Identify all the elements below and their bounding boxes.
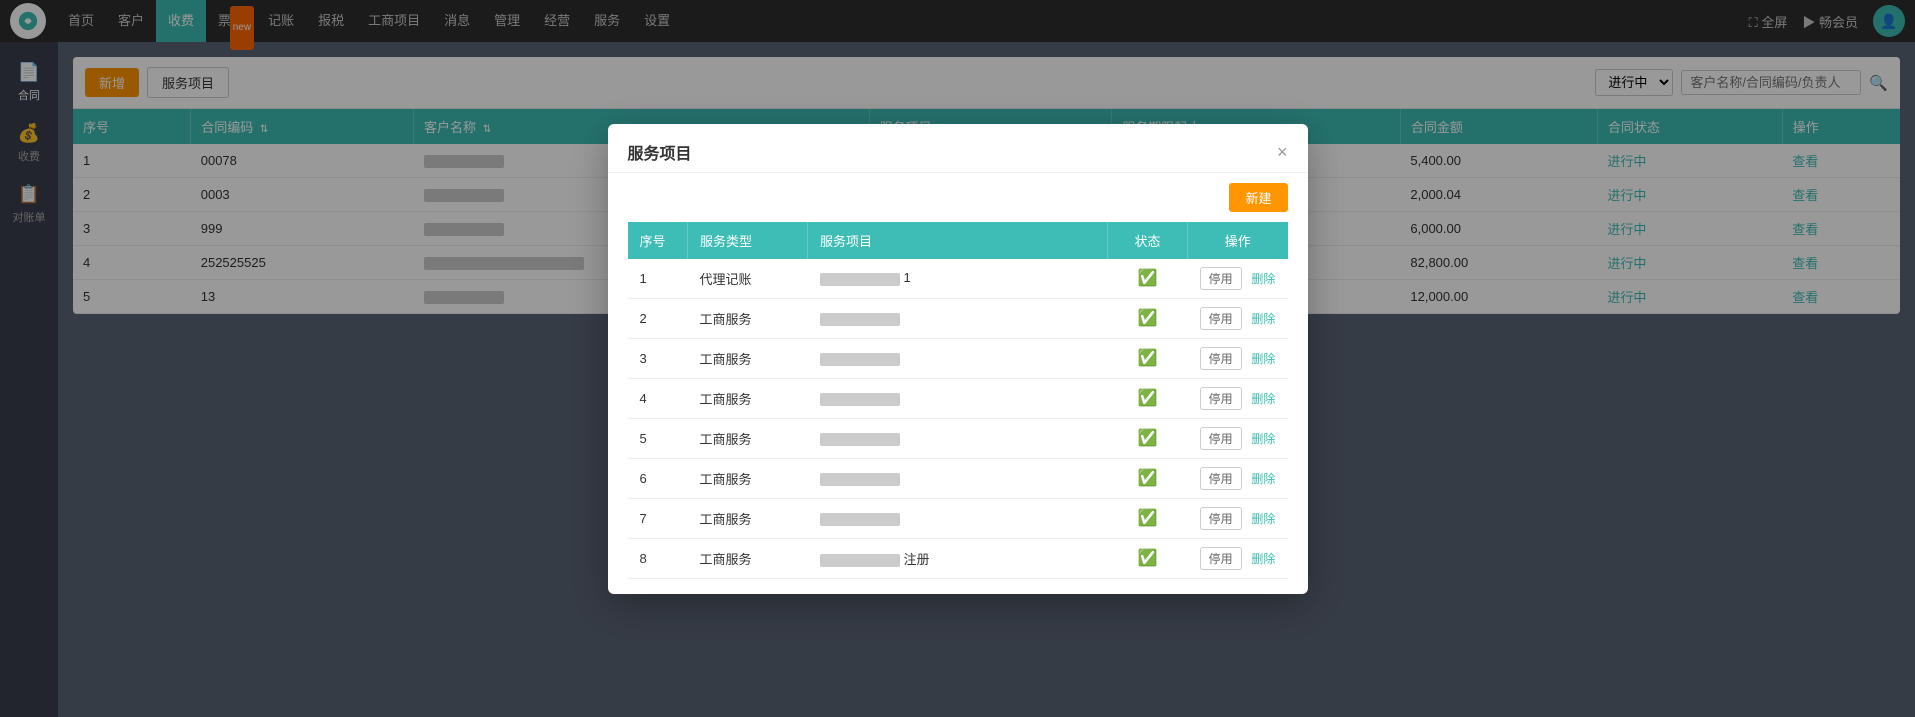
modal-new-button[interactable]: 新建 <box>1229 183 1287 212</box>
modal-cell-status: ✅ <box>1108 378 1188 418</box>
modal-cell-serviceitem <box>808 298 1108 338</box>
delete-button[interactable]: 删除 <box>1251 390 1275 407</box>
modal-cell-serviceitem: 注册 <box>808 538 1108 578</box>
modal-cell-action: 停用 删除 <box>1188 538 1288 578</box>
modal-body: 序号 服务类型 服务项目 状态 操作 1 代理记账 1 ✅ 停用 删除 <box>608 222 1308 594</box>
modal-th-action: 操作 <box>1188 222 1288 259</box>
modal-cell-servicetype: 工商服务 <box>688 498 808 538</box>
modal-th-seq: 序号 <box>628 222 688 259</box>
status-check-icon: ✅ <box>1138 270 1158 287</box>
modal-cell-seq: 2 <box>628 298 688 338</box>
modal-cell-action: 停用 删除 <box>1188 418 1288 458</box>
service-item-modal: 服务项目 × 新建 序号 服务类型 服务项目 状态 操作 1 <box>608 124 1308 594</box>
stop-button[interactable]: 停用 <box>1200 307 1242 330</box>
stop-button[interactable]: 停用 <box>1200 467 1242 490</box>
delete-button[interactable]: 删除 <box>1251 350 1275 367</box>
status-check-icon: ✅ <box>1138 510 1158 527</box>
modal-cell-servicetype: 工商服务 <box>688 378 808 418</box>
modal-cell-action: 停用 删除 <box>1188 338 1288 378</box>
modal-overlay[interactable]: 服务项目 × 新建 序号 服务类型 服务项目 状态 操作 1 <box>0 0 1915 717</box>
modal-cell-servicetype: 代理记账 <box>688 259 808 299</box>
modal-cell-seq: 1 <box>628 259 688 299</box>
status-check-icon: ✅ <box>1138 470 1158 487</box>
stop-button[interactable]: 停用 <box>1200 547 1242 570</box>
modal-cell-seq: 5 <box>628 418 688 458</box>
stop-button[interactable]: 停用 <box>1200 347 1242 370</box>
modal-cell-servicetype: 工商服务 <box>688 298 808 338</box>
modal-cell-action: 停用 删除 <box>1188 378 1288 418</box>
modal-cell-servicetype: 工商服务 <box>688 418 808 458</box>
status-check-icon: ✅ <box>1138 390 1158 407</box>
modal-cell-status: ✅ <box>1108 298 1188 338</box>
modal-cell-serviceitem <box>808 458 1108 498</box>
stop-button[interactable]: 停用 <box>1200 387 1242 410</box>
delete-button[interactable]: 删除 <box>1251 510 1275 527</box>
list-item: 7 工商服务 ✅ 停用 删除 <box>628 498 1288 538</box>
modal-cell-status: ✅ <box>1108 458 1188 498</box>
delete-button[interactable]: 删除 <box>1251 310 1275 327</box>
modal-cell-serviceitem <box>808 418 1108 458</box>
modal-th-status: 状态 <box>1108 222 1188 259</box>
list-item: 1 代理记账 1 ✅ 停用 删除 <box>628 259 1288 299</box>
modal-cell-serviceitem <box>808 378 1108 418</box>
delete-button[interactable]: 删除 <box>1251 470 1275 487</box>
modal-cell-action: 停用 删除 <box>1188 498 1288 538</box>
status-check-icon: ✅ <box>1138 310 1158 327</box>
modal-cell-servicetype: 工商服务 <box>688 458 808 498</box>
modal-cell-seq: 7 <box>628 498 688 538</box>
modal-cell-seq: 4 <box>628 378 688 418</box>
list-item: 3 工商服务 ✅ 停用 删除 <box>628 338 1288 378</box>
stop-button[interactable]: 停用 <box>1200 507 1242 530</box>
list-item: 8 工商服务 注册 ✅ 停用 删除 <box>628 538 1288 578</box>
list-item: 4 工商服务 ✅ 停用 删除 <box>628 378 1288 418</box>
stop-button[interactable]: 停用 <box>1200 267 1242 290</box>
modal-close-button[interactable]: × <box>1277 143 1288 161</box>
modal-cell-serviceitem <box>808 498 1108 538</box>
modal-cell-seq: 8 <box>628 538 688 578</box>
delete-button[interactable]: 删除 <box>1251 550 1275 567</box>
modal-cell-servicetype: 工商服务 <box>688 538 808 578</box>
modal-header: 服务项目 × <box>608 124 1308 173</box>
list-item: 2 工商服务 ✅ 停用 删除 <box>628 298 1288 338</box>
modal-th-serviceitem: 服务项目 <box>808 222 1108 259</box>
status-check-icon: ✅ <box>1138 550 1158 567</box>
modal-cell-status: ✅ <box>1108 418 1188 458</box>
status-check-icon: ✅ <box>1138 350 1158 367</box>
modal-cell-serviceitem <box>808 338 1108 378</box>
modal-cell-status: ✅ <box>1108 338 1188 378</box>
modal-cell-seq: 6 <box>628 458 688 498</box>
status-check-icon: ✅ <box>1138 430 1158 447</box>
modal-cell-servicetype: 工商服务 <box>688 338 808 378</box>
modal-table: 序号 服务类型 服务项目 状态 操作 1 代理记账 1 ✅ 停用 删除 <box>628 222 1288 579</box>
modal-toolbar: 新建 <box>608 173 1308 222</box>
modal-cell-status: ✅ <box>1108 498 1188 538</box>
modal-cell-action: 停用 删除 <box>1188 458 1288 498</box>
delete-button[interactable]: 删除 <box>1251 270 1275 287</box>
modal-cell-serviceitem: 1 <box>808 259 1108 299</box>
modal-cell-status: ✅ <box>1108 259 1188 299</box>
modal-cell-status: ✅ <box>1108 538 1188 578</box>
modal-cell-seq: 3 <box>628 338 688 378</box>
list-item: 6 工商服务 ✅ 停用 删除 <box>628 458 1288 498</box>
modal-th-servicetype: 服务类型 <box>688 222 808 259</box>
modal-cell-action: 停用 删除 <box>1188 259 1288 299</box>
modal-title: 服务项目 <box>628 140 692 164</box>
stop-button[interactable]: 停用 <box>1200 427 1242 450</box>
list-item: 5 工商服务 ✅ 停用 删除 <box>628 418 1288 458</box>
modal-cell-action: 停用 删除 <box>1188 298 1288 338</box>
delete-button[interactable]: 删除 <box>1251 430 1275 447</box>
